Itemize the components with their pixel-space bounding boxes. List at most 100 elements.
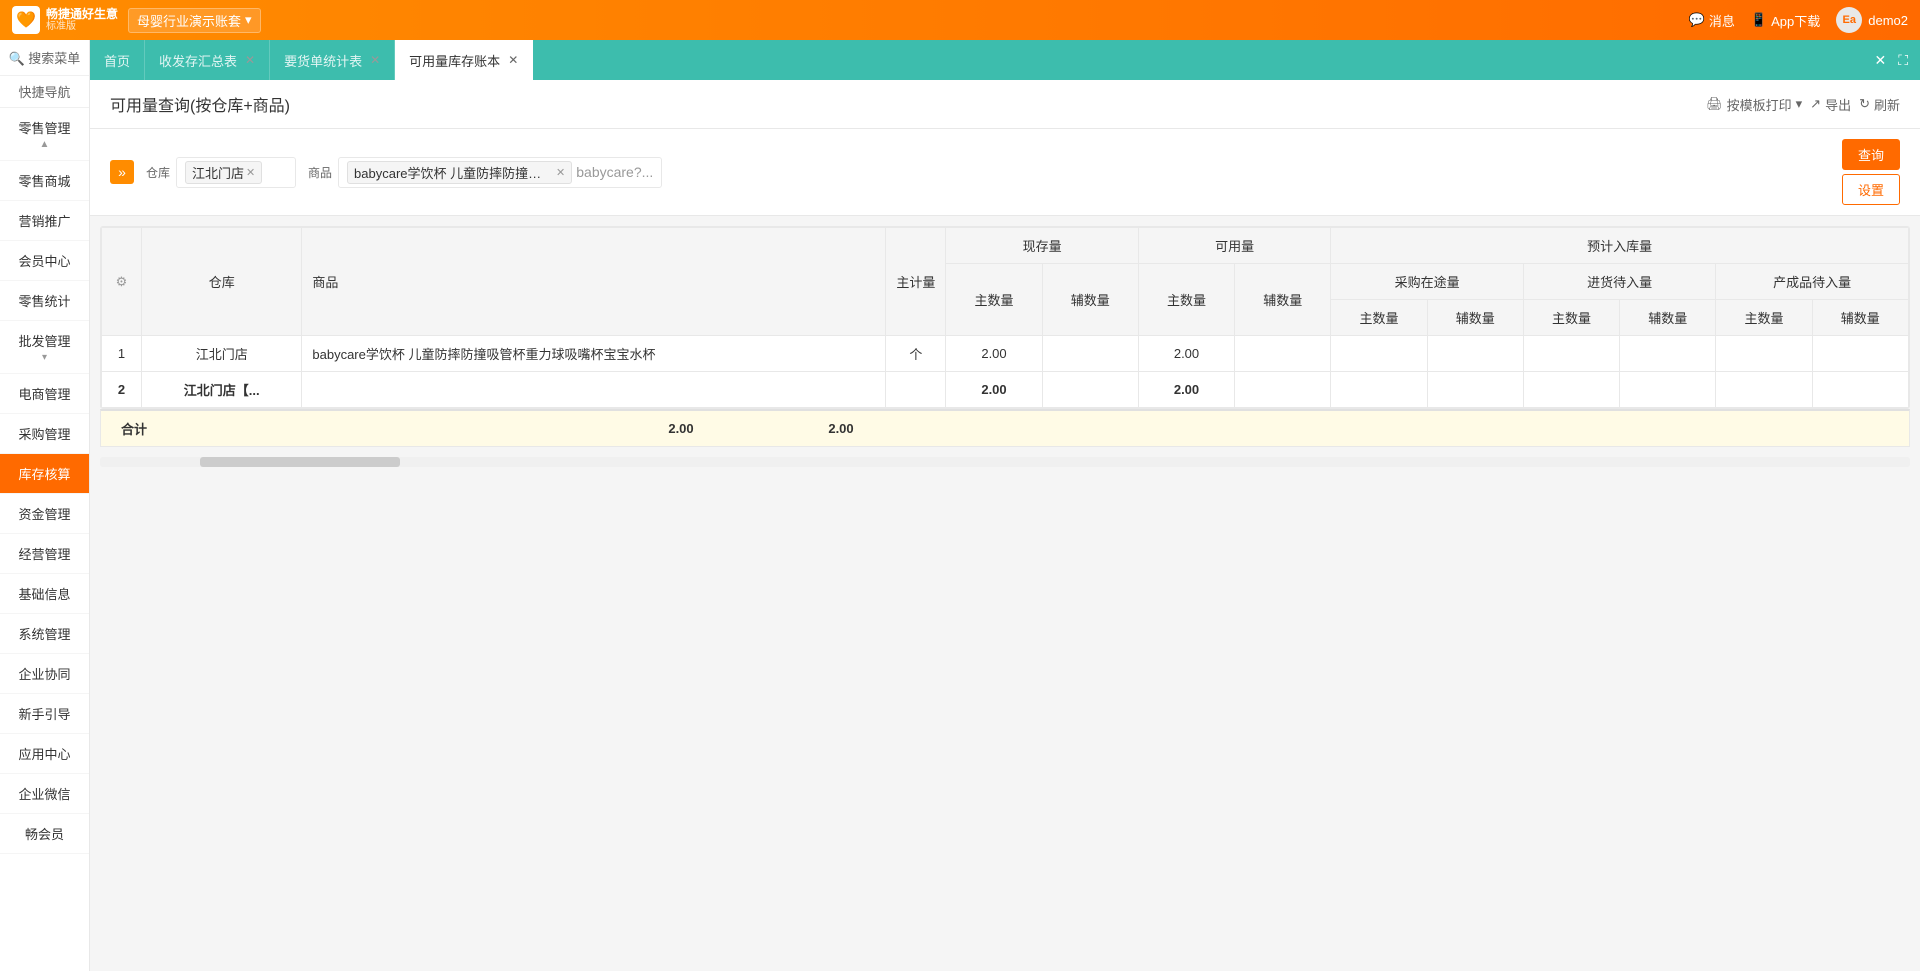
tab-order-stats[interactable]: 要货单统计表 ✕ <box>270 40 395 80</box>
industry-selector[interactable]: 母婴行业演示账套 ▾ <box>128 8 261 33</box>
product-tag-container[interactable]: babycare学饮杯 儿童防摔防撞吸管杯重力球吸嘴杯宝宝水杯 ✕ babyca… <box>338 157 662 188</box>
tab-available-inventory[interactable]: 可用量库存账本 ✕ <box>395 40 533 80</box>
logo: 🧡 畅捷通好生意 标准版 <box>12 6 118 34</box>
row-2-warehouse: 江北门店【... <box>142 372 302 408</box>
sidebar-item-app-center[interactable]: 应用中心 <box>0 734 89 774</box>
product-tag-1: babycare学饮杯 儿童防摔防撞吸管杯重力球吸嘴杯宝宝水杯 ✕ <box>347 161 572 184</box>
user-info[interactable]: Ea demo2 <box>1836 7 1908 33</box>
app-download-btn[interactable]: 📱 App下载 <box>1751 11 1820 30</box>
tab-receipt-summary[interactable]: 收发存汇总表 ✕ <box>145 40 270 80</box>
industry-label: 母婴行业演示账套 <box>137 11 241 30</box>
row-1-curr-aux <box>1042 336 1138 372</box>
content-area: 首页 收发存汇总表 ✕ 要货单统计表 ✕ 可用量库存账本 ✕ ✕ ⛶ <box>90 40 1920 971</box>
row-1-product: babycare学饮杯 儿童防摔防撞吸管杯重力球吸嘴杯宝宝水杯 <box>302 336 886 372</box>
col-header-curr-main: 主数量 <box>946 264 1042 336</box>
export-btn[interactable]: ↗ 导出 <box>1810 95 1851 114</box>
search-icon: 🔍 <box>9 51 25 66</box>
tab-close-1[interactable]: ✕ <box>245 53 255 67</box>
refresh-btn[interactable]: ↻ 刷新 <box>1859 95 1900 114</box>
row-1-pur-trans-main <box>1331 336 1427 372</box>
scrollbar-thumb[interactable] <box>200 457 400 467</box>
row-1-prod-aux <box>1812 336 1908 372</box>
retail-mgmt-label: 零售管理 <box>18 118 70 137</box>
sidebar-item-retail-mall[interactable]: 零售商城 <box>0 161 89 201</box>
col-header-incoming-main: 主数量 <box>1523 300 1619 336</box>
row-2-pur-trans-main <box>1331 372 1427 408</box>
row-1-prod-main <box>1716 336 1812 372</box>
sidebar-quick-nav[interactable]: 快捷导航 <box>0 76 89 108</box>
settings-button[interactable]: 设置 <box>1842 174 1900 205</box>
row-1-warehouse: 江北门店 <box>142 336 302 372</box>
row-2-unit <box>886 372 946 408</box>
filter-actions: 查询 设置 <box>1842 139 1900 205</box>
product-more-dots[interactable]: babycare?... <box>576 164 653 180</box>
app-icon: 📱 <box>1751 12 1767 28</box>
sidebar-item-system[interactable]: 系统管理 <box>0 614 89 654</box>
row-1-pur-trans-aux <box>1427 336 1523 372</box>
sidebar-item-guide[interactable]: 新手引导 <box>0 694 89 734</box>
summary-label: 合计 <box>121 419 641 438</box>
sidebar-item-finance[interactable]: 资金管理 <box>0 494 89 534</box>
row-1-curr-main: 2.00 <box>946 336 1042 372</box>
row-2-avail-main: 2.00 <box>1138 372 1234 408</box>
sidebar-item-purchase[interactable]: 采购管理 <box>0 414 89 454</box>
row-1-incoming-aux <box>1620 336 1716 372</box>
product-label: 商品 <box>308 164 332 181</box>
chevron-icon-2: ▾ <box>42 352 47 363</box>
sidebar-item-wholesale[interactable]: 批发管理 ▾ <box>0 321 89 374</box>
row-1-unit: 个 <box>886 336 946 372</box>
tab-home[interactable]: 首页 <box>90 40 145 80</box>
sidebar-item-retail-mgmt[interactable]: 零售管理 ▲ <box>0 108 89 161</box>
row-2-prod-main <box>1716 372 1812 408</box>
tab-bar-actions: ✕ ⛶ <box>1870 48 1920 73</box>
sidebar-item-member[interactable]: 会员中心 <box>0 241 89 281</box>
table-row: 2 江北门店【... 2.00 2.00 <box>102 372 1909 408</box>
top-bar-left: 🧡 畅捷通好生意 标准版 母婴行业演示账套 ▾ <box>12 6 261 34</box>
row-2-product <box>302 372 886 408</box>
col-header-planned-in: 预计入库量 <box>1331 228 1909 264</box>
horizontal-scrollbar[interactable] <box>100 457 1910 467</box>
sidebar-item-enterprise[interactable]: 企业协同 <box>0 654 89 694</box>
tab-bar: 首页 收发存汇总表 ✕ 要货单统计表 ✕ 可用量库存账本 ✕ ✕ ⛶ <box>90 40 1920 80</box>
sidebar-item-marketing[interactable]: 营销推广 <box>0 201 89 241</box>
gear-icon[interactable]: ⚙ <box>116 274 128 289</box>
row-2-curr-main: 2.00 <box>946 372 1042 408</box>
sidebar-search[interactable]: 🔍 搜索菜单 <box>0 40 89 76</box>
template-print-btn[interactable]: 🖨 按模板打印 ▾ <box>1706 95 1802 114</box>
sidebar-item-member2[interactable]: 畅会员 <box>0 814 89 854</box>
message-btn[interactable]: 💬 消息 <box>1689 11 1735 30</box>
col-header-product-in: 产成品待入量 <box>1716 264 1909 300</box>
avatar: Ea <box>1836 7 1862 33</box>
tab-close-2[interactable]: ✕ <box>370 53 380 67</box>
logo-subtitle: 标准版 <box>46 21 118 33</box>
export-icon: ↗ <box>1810 96 1821 112</box>
top-bar: 🧡 畅捷通好生意 标准版 母婴行业演示账套 ▾ 💬 消息 📱 App下载 Ea … <box>0 0 1920 40</box>
warehouse-tag-close[interactable]: ✕ <box>246 166 255 179</box>
row-2-avail-aux <box>1235 372 1331 408</box>
sidebar-item-operations[interactable]: 经营管理 <box>0 534 89 574</box>
warehouse-label: 仓库 <box>146 164 170 181</box>
col-header-avail-aux: 辅数量 <box>1235 264 1331 336</box>
sidebar-item-retail-stats[interactable]: 零售统计 <box>0 281 89 321</box>
sidebar-item-ecommerce[interactable]: 电商管理 <box>0 374 89 414</box>
expand-filter-btn[interactable]: » <box>110 160 134 184</box>
message-icon: 💬 <box>1689 12 1705 28</box>
warehouse-tag-container[interactable]: 江北门店 ✕ <box>176 157 296 188</box>
col-header-product-aux: 辅数量 <box>1812 300 1908 336</box>
sidebar-item-wechat[interactable]: 企业微信 <box>0 774 89 814</box>
data-table-container: ⚙ 仓库 商品 主计量 现存量 可用量 预计入库量 主数量 辅数量 <box>100 226 1910 409</box>
product-filter: 商品 babycare学饮杯 儿童防摔防撞吸管杯重力球吸嘴杯宝宝水杯 ✕ bab… <box>308 157 662 188</box>
row-2-incoming-aux <box>1620 372 1716 408</box>
col-header-available: 可用量 <box>1138 228 1331 264</box>
query-button[interactable]: 查询 <box>1842 139 1900 170</box>
sidebar-item-basic-info[interactable]: 基础信息 <box>0 574 89 614</box>
product-tag-close-1[interactable]: ✕ <box>556 166 565 179</box>
col-header-product: 商品 <box>302 228 886 336</box>
dropdown-icon-print: ▾ <box>1796 96 1803 112</box>
close-all-tabs-btn[interactable]: ✕ <box>1870 48 1890 73</box>
tab-close-3[interactable]: ✕ <box>508 53 518 67</box>
expand-tabs-btn[interactable]: ⛶ <box>1894 48 1912 73</box>
row-2-prod-aux <box>1812 372 1908 408</box>
sidebar-item-inventory[interactable]: 库存核算 <box>0 454 89 494</box>
table-row: 1 江北门店 babycare学饮杯 儿童防摔防撞吸管杯重力球吸嘴杯宝宝水杯 个… <box>102 336 1909 372</box>
